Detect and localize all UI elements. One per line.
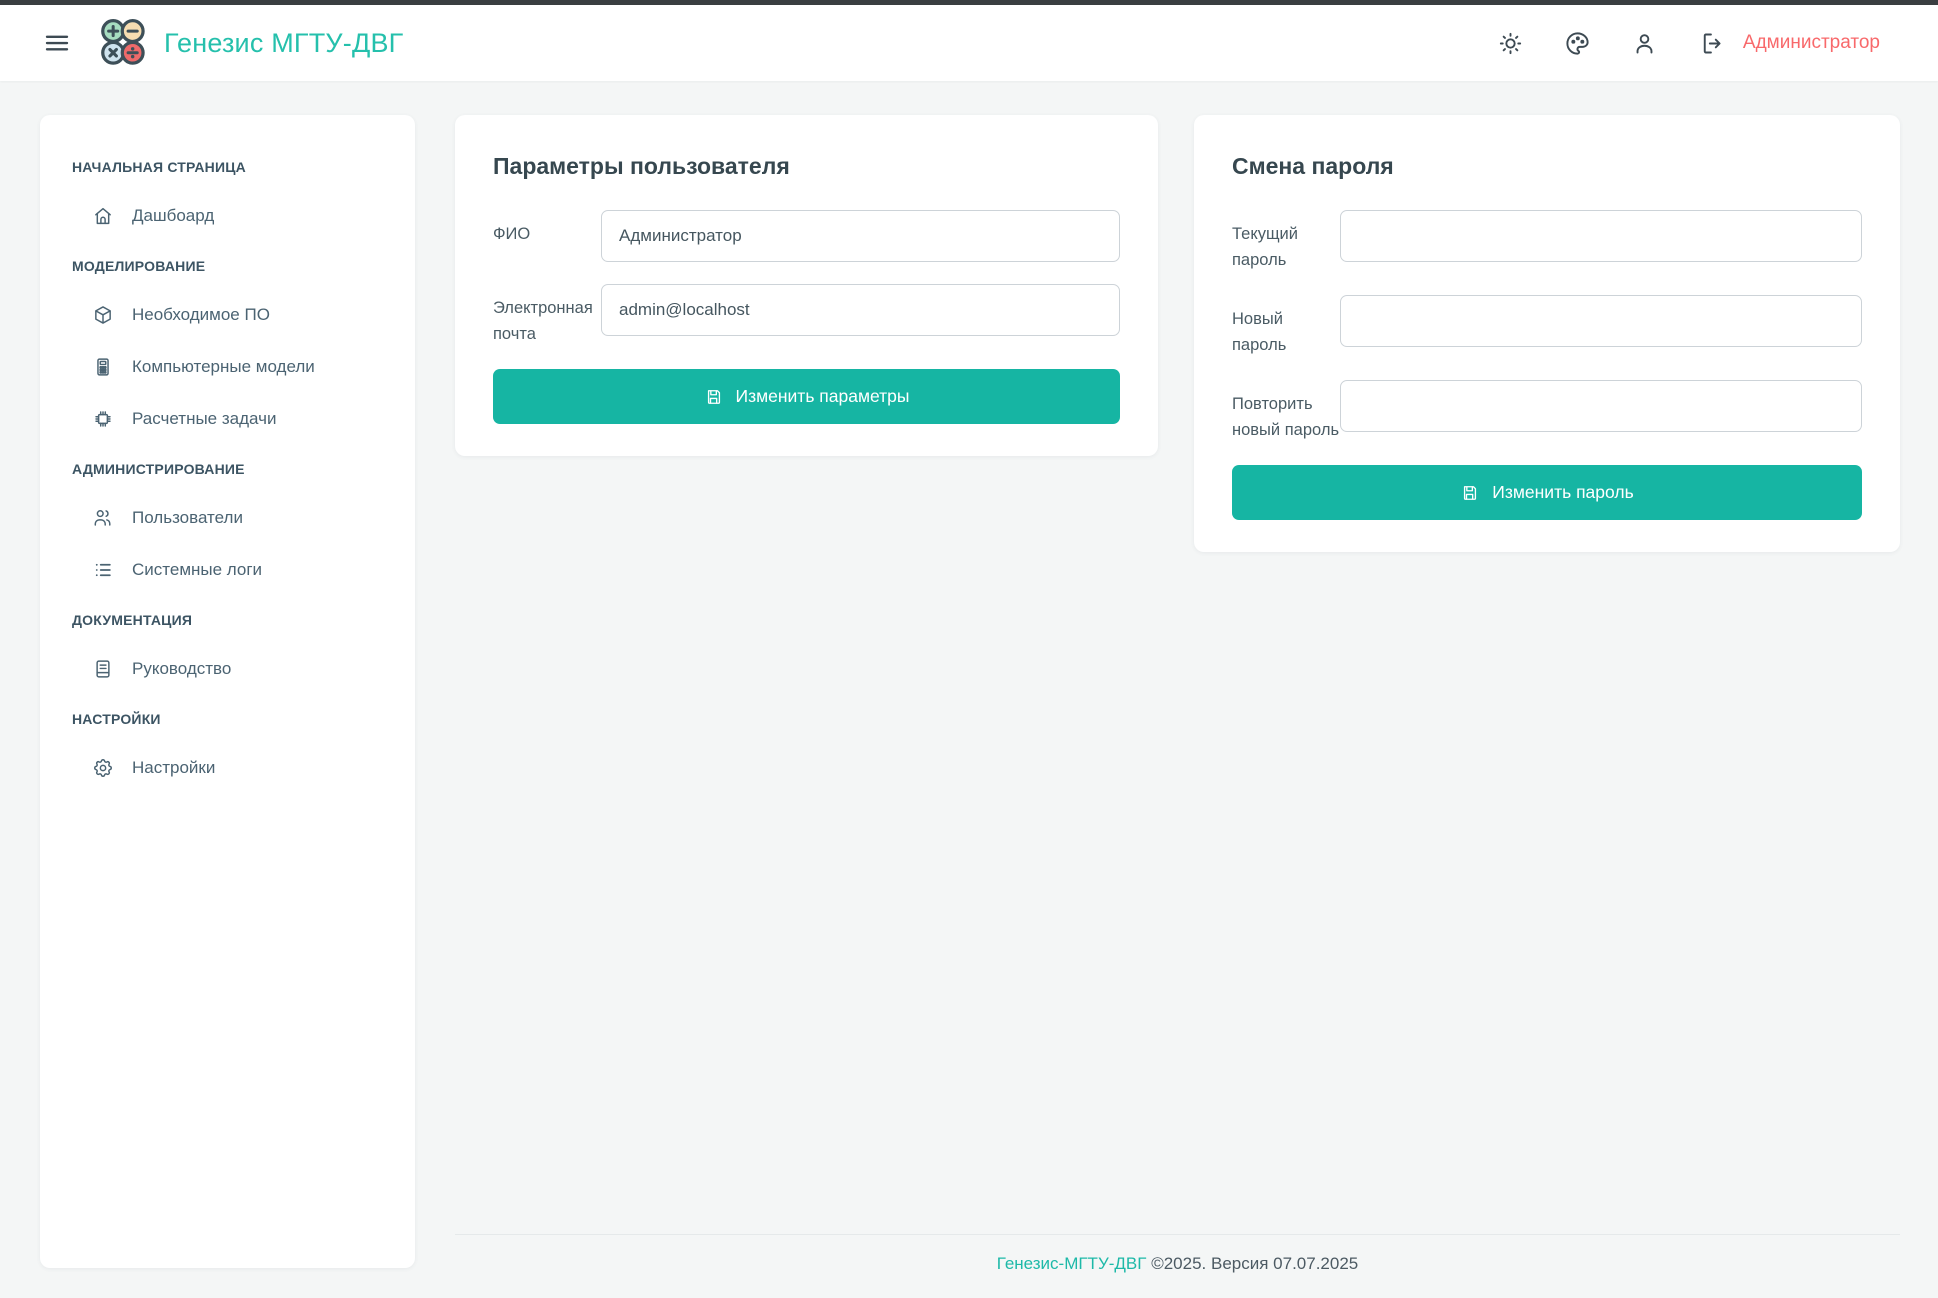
sidebar-item-label: Дашбоард	[132, 206, 215, 225]
book-icon	[92, 658, 114, 680]
field-label: Новый пароль	[1232, 310, 1287, 355]
password-fields: Текущий пароль Новый пароль Повторить новы…	[1232, 210, 1862, 443]
save-params-label: Изменить параметры	[735, 386, 910, 407]
palette-button[interactable]	[1564, 30, 1591, 57]
save-params-button[interactable]: Изменить параметры	[493, 369, 1120, 425]
sidebar-item-label: Настройки	[132, 758, 216, 777]
profile-button[interactable]	[1631, 30, 1658, 57]
change-password-label: Изменить пароль	[1492, 482, 1634, 503]
sidebar-item-label: Компьютерные модели	[132, 357, 315, 376]
sidebar-item-settings[interactable]: Настройки	[64, 742, 391, 794]
new-password-input[interactable]	[1340, 295, 1862, 348]
sidebar-section-label: АДМИНИСТРИРОВАНИЕ	[72, 461, 245, 477]
sidebar-item-label: Расчетные задачи	[132, 409, 277, 428]
sidebar: НАЧАЛЬНАЯ СТРАНИЦА Дашбоард МОДЕЛИРОВАНИЕ…	[40, 115, 415, 1268]
gear-icon	[92, 757, 114, 779]
repeat-password-input[interactable]	[1340, 380, 1862, 433]
package-icon	[92, 304, 114, 326]
sidebar-nav: НАЧАЛЬНАЯ СТРАНИЦА Дашбоард МОДЕЛИРОВАНИЕ…	[64, 143, 391, 794]
password-card-title: Смена пароля	[1232, 153, 1394, 179]
email-input[interactable]	[601, 284, 1120, 336]
menu-button[interactable]	[40, 26, 74, 60]
main-content: Параметры пользователя ФИО Электронная по…	[455, 115, 1900, 1298]
home-icon	[92, 205, 114, 227]
sidebar-section-label: ДОКУМЕНТАЦИЯ	[72, 612, 193, 628]
field-label: Электронная почта	[493, 299, 593, 344]
sidebar-item-label: Необходимое ПО	[132, 305, 270, 324]
sidebar-item-tasks[interactable]: Расчетные задачи	[64, 393, 391, 445]
current-user-label[interactable]: Администратор	[1743, 32, 1880, 54]
calculator-icon	[92, 356, 114, 378]
field-label: ФИО	[493, 225, 531, 243]
sidebar-item-logs[interactable]: Системные логи	[64, 544, 391, 596]
sidebar-item-label: Пользователи	[132, 508, 243, 527]
sidebar-section-label: НАЧАЛЬНАЯ СТРАНИЦА	[72, 159, 246, 175]
sidebar-item-manual[interactable]: Руководство	[64, 643, 391, 695]
sun-icon	[1497, 30, 1524, 57]
logo-icon	[98, 17, 150, 69]
palette-icon	[1564, 30, 1591, 57]
footer-meta: ©2025. Версия 07.07.2025	[1151, 1254, 1359, 1273]
logout-icon	[1698, 30, 1725, 57]
list-icon	[92, 559, 114, 581]
sidebar-section-label: НАСТРОЙКИ	[72, 711, 161, 727]
page-layout: НАЧАЛЬНАЯ СТРАНИЦА Дашбоард МОДЕЛИРОВАНИЕ…	[0, 81, 1938, 1298]
sidebar-item-label: Руководство	[132, 659, 232, 678]
person-icon	[1631, 30, 1658, 57]
field-row: Текущий пароль	[1232, 210, 1862, 273]
field-row: ФИО	[493, 210, 1120, 262]
app-title: Генезис МГТУ-ДВГ	[164, 27, 404, 58]
footer: Генезис-МГТУ-ДВГ ©2025. Версия 07.07.202…	[455, 1234, 1900, 1298]
field-label: Текущий пароль	[1232, 225, 1298, 270]
change-password-button[interactable]: Изменить пароль	[1232, 465, 1862, 521]
password-card: Смена пароля Текущий пароль Новый пароль П…	[1194, 115, 1900, 553]
user-params-fields: ФИО Электронная почта	[493, 210, 1120, 347]
save-icon	[704, 387, 724, 407]
footer-brand-link[interactable]: Генезис-МГТУ-ДВГ	[997, 1254, 1147, 1273]
current-password-input[interactable]	[1340, 210, 1862, 262]
theme-button[interactable]	[1497, 30, 1524, 57]
sidebar-item-label: Системные логи	[132, 560, 263, 579]
field-row: Повторить новый пароль	[1232, 380, 1862, 443]
fio-input[interactable]	[601, 210, 1120, 262]
field-label: Повторить новый пароль	[1232, 395, 1340, 440]
sidebar-item-software[interactable]: Необходимое ПО	[64, 289, 391, 341]
sidebar-item-users[interactable]: Пользователи	[64, 492, 391, 544]
user-params-title: Параметры пользователя	[493, 153, 790, 179]
field-row: Новый пароль	[1232, 295, 1862, 358]
users-icon	[92, 507, 114, 529]
sidebar-section-label: МОДЕЛИРОВАНИЕ	[72, 258, 206, 274]
cpu-icon	[92, 408, 114, 430]
menu-icon	[42, 28, 72, 58]
user-params-card: Параметры пользователя ФИО Электронная по…	[455, 115, 1158, 457]
sidebar-item-dashboard[interactable]: Дашбоард	[64, 190, 391, 242]
save-icon	[1460, 483, 1480, 503]
logout-button[interactable]	[1698, 30, 1725, 57]
app-header: Генезис МГТУ-ДВГ Администратор	[0, 5, 1938, 81]
sidebar-item-models[interactable]: Компьютерные модели	[64, 341, 391, 393]
app-logo	[98, 17, 150, 69]
field-row: Электронная почта	[493, 284, 1120, 347]
